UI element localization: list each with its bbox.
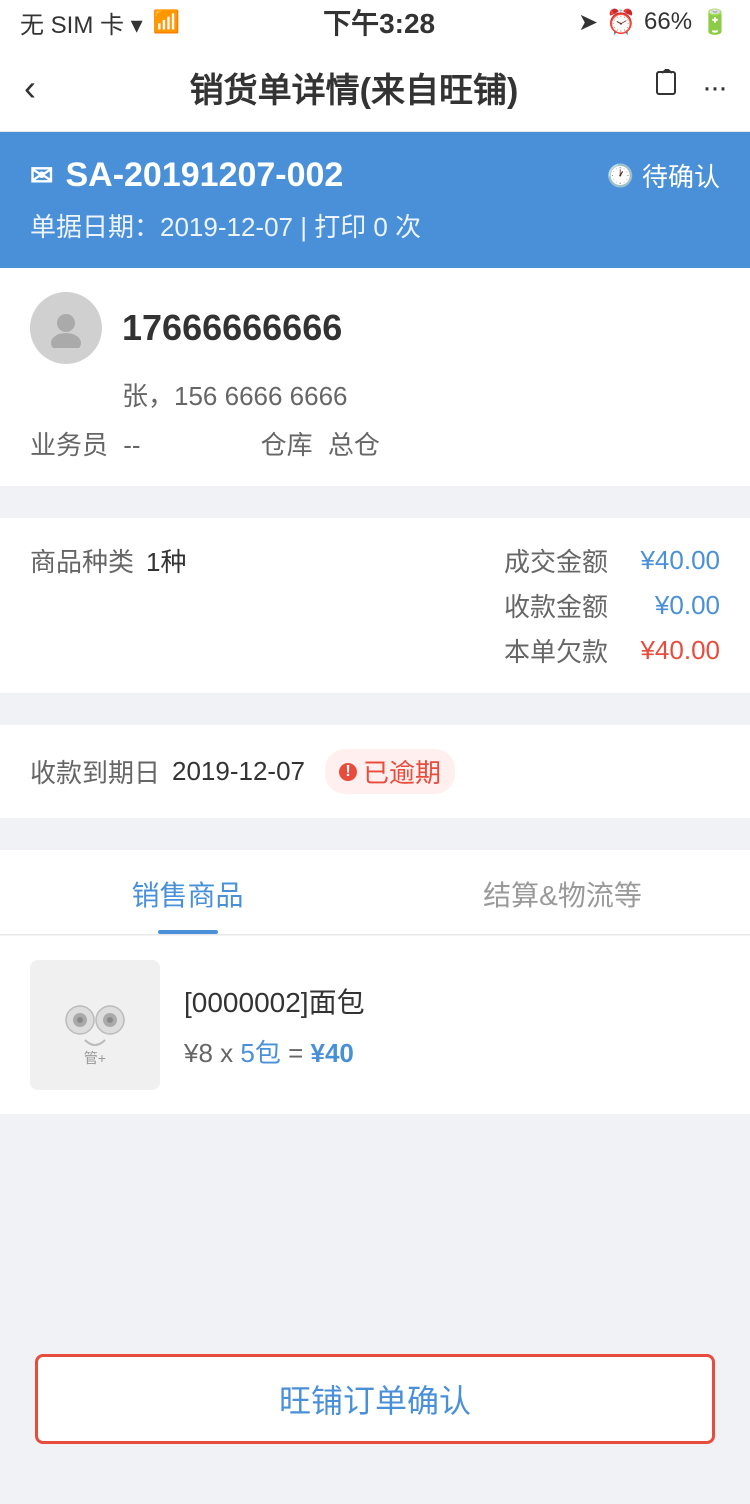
divider-1 bbox=[0, 502, 750, 518]
bottom-area: 旺铺订单确认 bbox=[0, 1314, 750, 1504]
product-image: 管+ bbox=[30, 960, 160, 1090]
nav-bar: ‹ 销货单详情(来自旺铺) ··· bbox=[0, 44, 750, 132]
warehouse-value: 总仓 bbox=[328, 430, 380, 460]
tab-sales-label: 销售商品 bbox=[131, 880, 243, 911]
price-eq: = bbox=[281, 1038, 311, 1068]
balance-value: ¥40.00 bbox=[620, 635, 720, 666]
clock-icon: 🕐 bbox=[607, 163, 634, 189]
transaction-value: ¥40.00 bbox=[620, 545, 720, 576]
tabs-bar: 销售商品 结算&物流等 bbox=[0, 850, 750, 935]
type-label: 商品种类 bbox=[30, 542, 134, 579]
order-header-top: ✉ SA-20191207-002 🕐 待确认 bbox=[30, 156, 720, 195]
product-info: [0000002]面包 ¥8 x 5包 = ¥40 bbox=[184, 981, 720, 1070]
balance-row: 本单欠款 ¥40.00 bbox=[504, 632, 720, 669]
overdue-text: 已逾期 bbox=[363, 753, 441, 790]
received-label: 收款金额 bbox=[504, 587, 608, 624]
stats-card: 商品种类 1种 成交金额 ¥40.00 收款金额 ¥0.00 本单欠款 ¥40.… bbox=[0, 518, 750, 693]
status-time: 下午3:28 bbox=[323, 2, 435, 42]
status-text: 待确认 bbox=[642, 157, 720, 194]
sales-rep-value: -- bbox=[123, 430, 140, 460]
due-date-value: 2019-12-07 bbox=[172, 756, 305, 787]
no-sim-text: 无 SIM 卡 ▾ bbox=[20, 5, 143, 40]
stats-right: 成交金额 ¥40.00 收款金额 ¥0.00 本单欠款 ¥40.00 bbox=[504, 542, 720, 669]
order-date: 单据日期：2019-12-07 | 打印 0 次 bbox=[30, 207, 720, 244]
status-left: 无 SIM 卡 ▾ 📶 bbox=[20, 5, 180, 40]
customer-phone: 17666666666 bbox=[122, 307, 342, 349]
divider-2 bbox=[0, 709, 750, 725]
order-id-text: SA-20191207-002 bbox=[65, 156, 343, 195]
due-card: 收款到期日 2019-12-07 ! 已逾期 bbox=[0, 725, 750, 818]
wifi-icon: 📶 bbox=[153, 9, 180, 35]
tab-settlement-label: 结算&物流等 bbox=[483, 880, 642, 911]
confirm-button-label: 旺铺订单确认 bbox=[279, 1376, 471, 1422]
product-price: ¥8 x 5包 = ¥40 bbox=[184, 1033, 720, 1070]
content-spacer bbox=[0, 1114, 750, 1314]
sales-rep-label: 业务员 -- bbox=[30, 425, 141, 462]
overdue-dot-icon: ! bbox=[339, 763, 357, 781]
order-id: ✉ SA-20191207-002 bbox=[30, 156, 343, 195]
status-right: ➤ ⏰ 66% 🔋 bbox=[578, 8, 730, 37]
transaction-label: 成交金额 bbox=[504, 542, 608, 579]
confirm-button[interactable]: 旺铺订单确认 bbox=[35, 1354, 715, 1444]
tab-settlement[interactable]: 结算&物流等 bbox=[375, 850, 750, 934]
nav-actions: ··· bbox=[652, 69, 726, 107]
share-button[interactable] bbox=[652, 69, 682, 107]
customer-row: 17666666666 bbox=[30, 292, 720, 364]
balance-label: 本单欠款 bbox=[504, 632, 608, 669]
type-value: 1种 bbox=[146, 542, 186, 579]
battery-icon: 🔋 bbox=[700, 8, 730, 37]
received-value: ¥0.00 bbox=[620, 590, 720, 621]
product-card: 管+ [0000002]面包 ¥8 x 5包 = ¥40 bbox=[0, 936, 750, 1114]
transaction-row: 成交金额 ¥40.00 bbox=[504, 542, 720, 579]
battery-text: 66% bbox=[644, 8, 692, 36]
envelope-icon: ✉ bbox=[30, 159, 53, 192]
divider-3 bbox=[0, 834, 750, 850]
product-name: [0000002]面包 bbox=[184, 981, 720, 1021]
location-icon: ➤ bbox=[578, 8, 598, 37]
customer-meta: 业务员 -- 仓库 总仓 bbox=[30, 425, 720, 462]
warehouse-label: 仓库 总仓 bbox=[261, 425, 380, 462]
received-row: 收款金额 ¥0.00 bbox=[504, 587, 720, 624]
due-date-label: 收款到期日 bbox=[30, 753, 160, 790]
alarm-icon: ⏰ bbox=[606, 8, 636, 37]
customer-card: 17666666666 张，156 6666 6666 业务员 -- 仓库 总仓 bbox=[0, 268, 750, 486]
back-button[interactable]: ‹ bbox=[24, 67, 56, 109]
more-button[interactable]: ··· bbox=[702, 71, 726, 105]
svg-text:管+: 管+ bbox=[84, 1050, 106, 1065]
price-unit: ¥8 x bbox=[184, 1038, 240, 1068]
price-total: ¥40 bbox=[310, 1038, 353, 1068]
price-qty: 5包 bbox=[240, 1038, 280, 1068]
customer-name: 张，156 6666 6666 bbox=[30, 376, 720, 413]
order-header: ✉ SA-20191207-002 🕐 待确认 单据日期：2019-12-07 … bbox=[0, 132, 750, 268]
avatar bbox=[30, 292, 102, 364]
stats-left: 商品种类 1种 bbox=[30, 542, 504, 579]
order-status: 🕐 待确认 bbox=[607, 157, 720, 194]
tab-sales-products[interactable]: 销售商品 bbox=[0, 850, 375, 934]
page-title: 销货单详情(来自旺铺) bbox=[56, 63, 652, 112]
status-bar: 无 SIM 卡 ▾ 📶 下午3:28 ➤ ⏰ 66% 🔋 bbox=[0, 0, 750, 44]
overdue-badge: ! 已逾期 bbox=[325, 749, 455, 794]
